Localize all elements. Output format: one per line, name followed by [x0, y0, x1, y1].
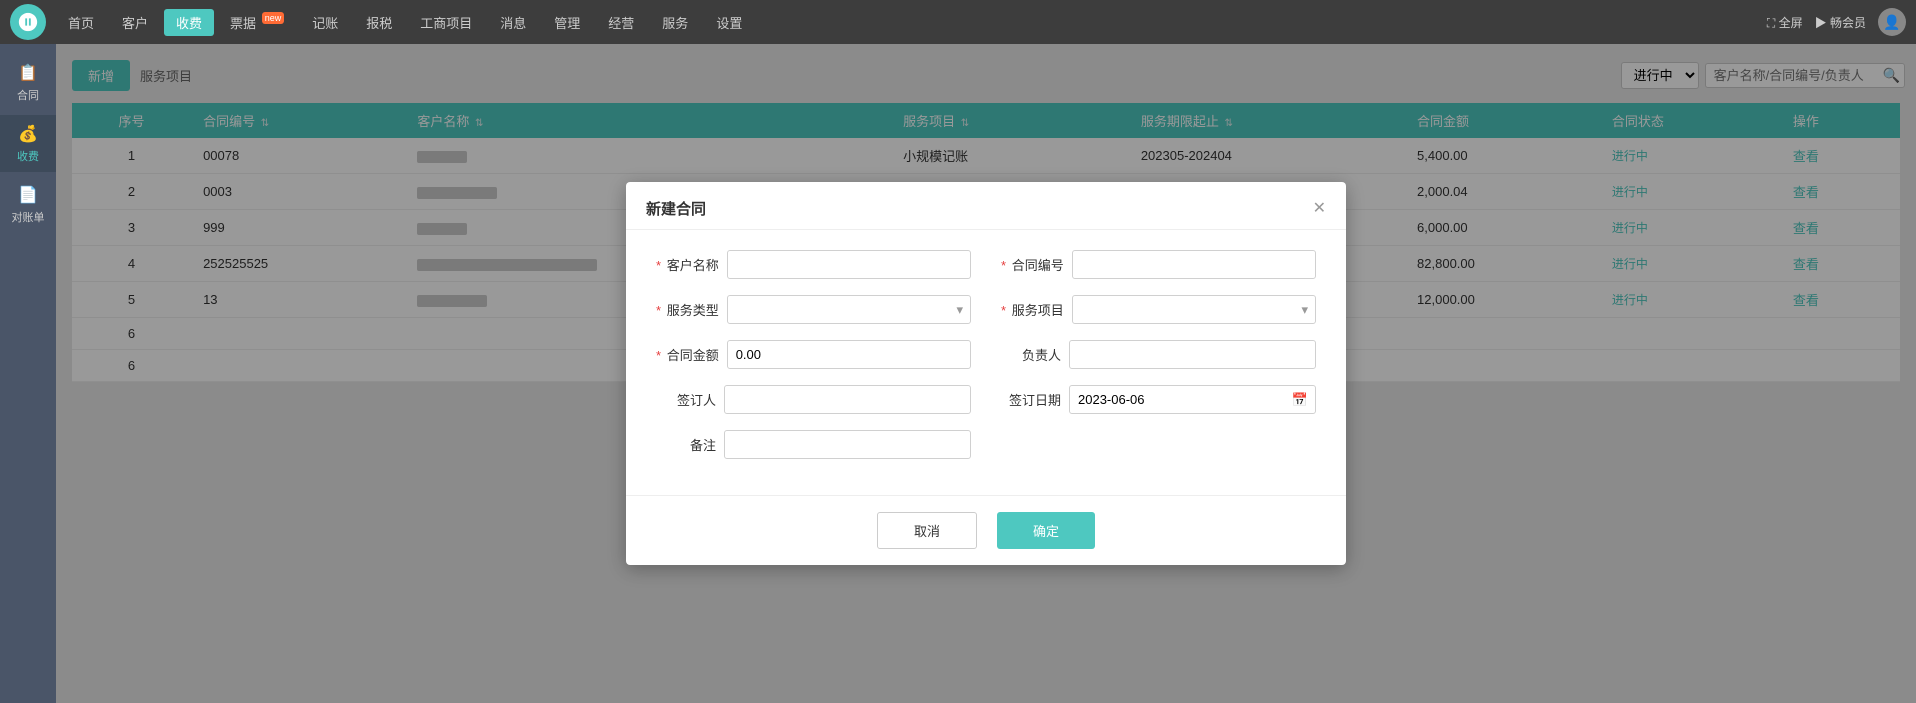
form-group-signer: 签订人 [656, 385, 971, 414]
responsible-label: 负责人 [1001, 345, 1061, 364]
nav-message[interactable]: 消息 [488, 9, 538, 36]
service-item-select-wrapper [1072, 295, 1316, 324]
customer-name-label: * 客户名称 [656, 255, 719, 274]
modal-overlay: 新建合同 ✕ * 客户名称 * 合同编号 [56, 44, 1916, 703]
form-group-service-type: * 服务类型 [656, 295, 971, 324]
confirm-button[interactable]: 确定 [997, 512, 1095, 549]
nav-operation[interactable]: 经营 [596, 9, 646, 36]
form-row-5: 备注 [656, 430, 1316, 459]
signer-input[interactable] [724, 385, 971, 414]
fee-icon: 💰 [17, 123, 39, 145]
member-button[interactable]: ▶ 畅会员 [1815, 14, 1866, 31]
required-star-3: * [656, 303, 661, 318]
date-input-wrapper: 📅 [1069, 385, 1316, 414]
modal-close-button[interactable]: ✕ [1313, 201, 1326, 217]
service-type-label: * 服务类型 [656, 300, 719, 319]
required-star-5: * [656, 348, 661, 363]
form-group-amount: * 合同金额 [656, 340, 971, 369]
modal-header: 新建合同 ✕ [626, 182, 1346, 230]
required-star-4: * [1001, 303, 1006, 318]
form-row-4: 签订人 签订日期 📅 [656, 385, 1316, 414]
form-group-note: 备注 [656, 430, 971, 459]
form-group-service-item: * 服务项目 [1001, 295, 1316, 324]
modal-body: * 客户名称 * 合同编号 * [626, 230, 1346, 495]
contract-no-input[interactable] [1072, 250, 1316, 279]
calendar-icon[interactable]: 📅 [1292, 392, 1308, 408]
form-group-customer: * 客户名称 [656, 250, 971, 279]
service-type-select[interactable] [727, 295, 971, 324]
nav-bookkeeping[interactable]: 记账 [300, 9, 350, 36]
cancel-button[interactable]: 取消 [877, 512, 977, 549]
top-navigation: 首页 客户 收费 票据 new 记账 报税 工商项目 消息 管理 经营 服务 设… [0, 0, 1916, 44]
nav-service[interactable]: 服务 [650, 9, 700, 36]
nav-customer[interactable]: 客户 [110, 9, 160, 36]
customer-name-input[interactable] [727, 250, 971, 279]
nav-business[interactable]: 工商项目 [408, 9, 484, 36]
service-item-select[interactable] [1072, 295, 1316, 324]
statement-icon: 📄 [17, 184, 39, 206]
form-group-responsible: 负责人 [1001, 340, 1316, 369]
service-item-label: * 服务项目 [1001, 300, 1064, 319]
modal-footer: 取消 确定 [626, 495, 1346, 565]
nav-invoice[interactable]: 票据 new [218, 9, 296, 36]
sidebar-item-statement[interactable]: 📄 对账单 [0, 176, 56, 233]
new-contract-modal: 新建合同 ✕ * 客户名称 * 合同编号 [626, 182, 1346, 565]
form-row-3: * 合同金额 负责人 [656, 340, 1316, 369]
required-star: * [656, 258, 661, 273]
sidebar-item-contract[interactable]: 📋 合同 [0, 54, 56, 111]
app-logo [10, 4, 46, 40]
avatar[interactable]: 👤 [1878, 8, 1906, 36]
sign-date-label: 签订日期 [1001, 390, 1061, 409]
required-star-2: * [1001, 258, 1006, 273]
form-row-2: * 服务类型 * 服务项目 [656, 295, 1316, 324]
nav-right: ⛶ 全屏 ▶ 畅会员 👤 [1767, 8, 1906, 36]
responsible-input[interactable] [1069, 340, 1316, 369]
nav-tax[interactable]: 报税 [354, 9, 404, 36]
modal-title: 新建合同 [646, 198, 706, 219]
sidebar-item-fee[interactable]: 💰 收费 [0, 115, 56, 172]
sign-date-input[interactable] [1069, 385, 1316, 414]
form-group-sign-date: 签订日期 📅 [1001, 385, 1316, 414]
fullscreen-button[interactable]: ⛶ 全屏 [1767, 14, 1803, 31]
form-group-contract-no: * 合同编号 [1001, 250, 1316, 279]
amount-label: * 合同金额 [656, 345, 719, 364]
new-badge: new [262, 12, 285, 24]
nav-items: 首页 客户 收费 票据 new 记账 报税 工商项目 消息 管理 经营 服务 设… [56, 9, 1767, 36]
amount-input[interactable] [727, 340, 971, 369]
signer-label: 签订人 [656, 390, 716, 409]
sidebar: 📋 合同 💰 收费 📄 对账单 [0, 44, 56, 703]
note-label: 备注 [656, 435, 716, 454]
note-input[interactable] [724, 430, 971, 459]
nav-manage[interactable]: 管理 [542, 9, 592, 36]
form-row-1: * 客户名称 * 合同编号 [656, 250, 1316, 279]
service-type-select-wrapper [727, 295, 971, 324]
contract-no-label: * 合同编号 [1001, 255, 1064, 274]
contract-icon: 📋 [17, 62, 39, 84]
nav-home[interactable]: 首页 [56, 9, 106, 36]
nav-settings[interactable]: 设置 [704, 9, 754, 36]
nav-fee[interactable]: 收费 [164, 9, 214, 36]
